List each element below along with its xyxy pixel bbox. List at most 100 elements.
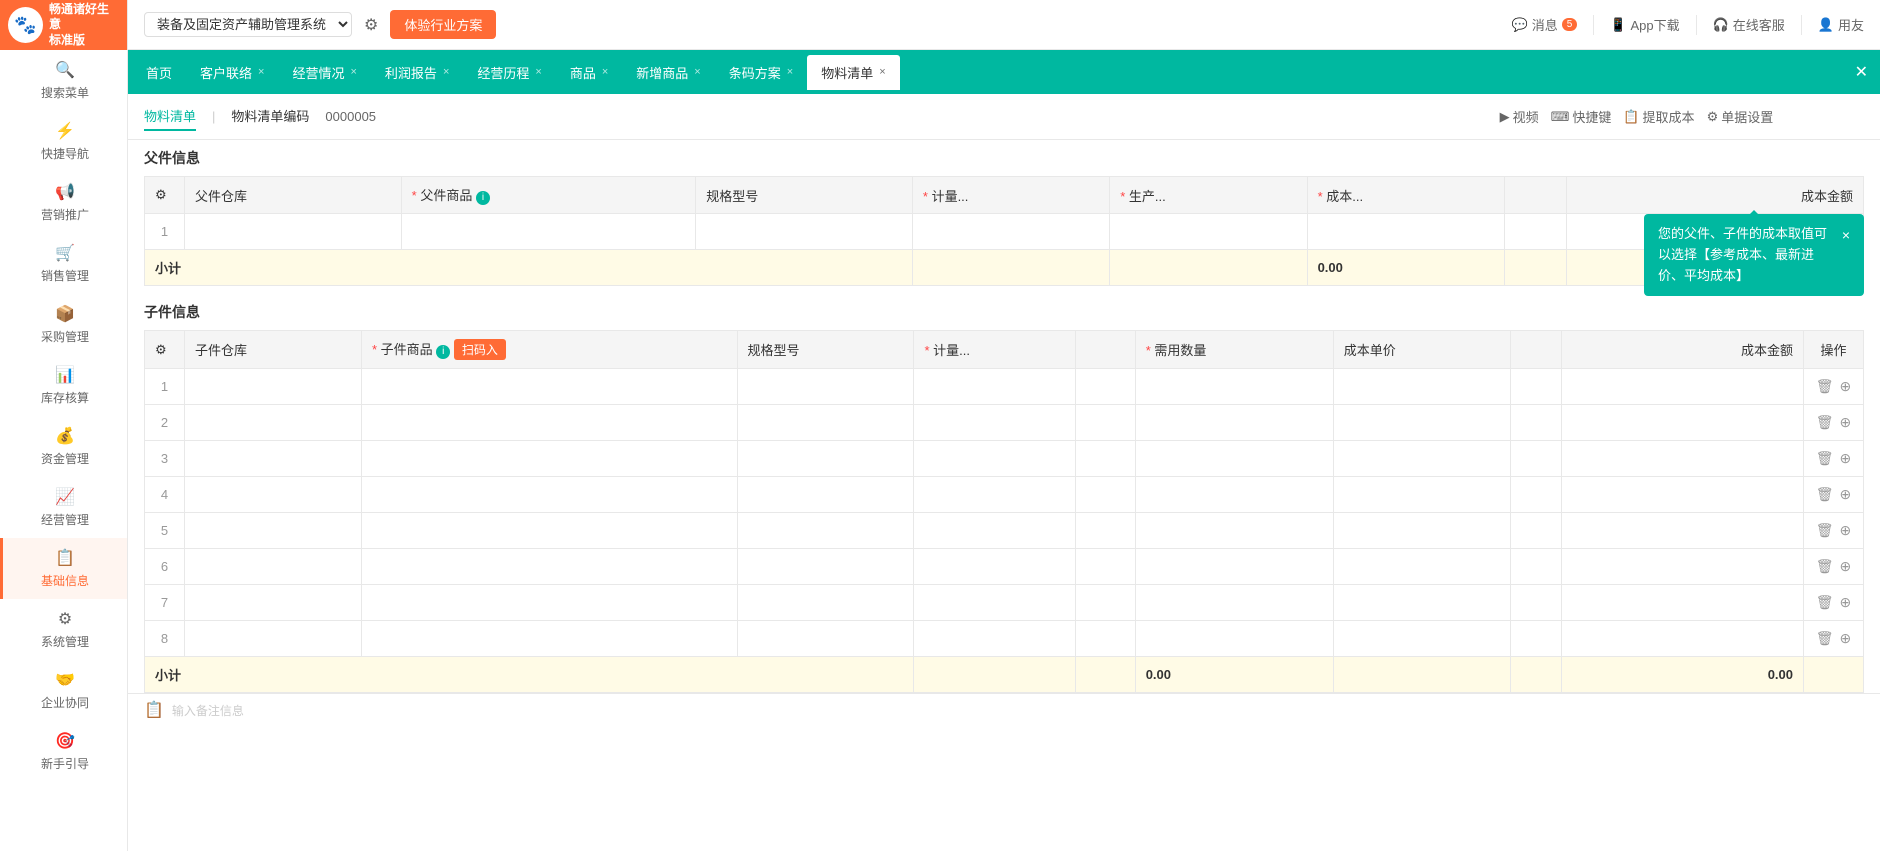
child-row-4-delete-icon[interactable]: 🗑 (1816, 486, 1834, 503)
tab-customer[interactable]: 客户联络 × (186, 55, 278, 90)
tab-history-close[interactable]: × (535, 66, 541, 78)
child-row-4-amount[interactable] (1561, 477, 1803, 513)
child-row-6-spec[interactable] (737, 549, 914, 585)
scan-button[interactable]: 扫码入 (454, 339, 506, 360)
child-row-8-warehouse[interactable] (185, 621, 362, 657)
sidebar-item-system[interactable]: ⚙ 系统管理 (0, 599, 127, 660)
child-row-4-spec[interactable] (737, 477, 914, 513)
child-row-2-warehouse[interactable] (185, 405, 362, 441)
child-row-2-delete-icon[interactable]: 🗑 (1816, 414, 1834, 431)
child-row-7-amount[interactable] (1561, 585, 1803, 621)
tooltip-close-button[interactable]: × (1842, 224, 1850, 246)
child-row-4-qty[interactable] (1135, 477, 1333, 513)
child-row-5-amount[interactable] (1561, 513, 1803, 549)
sidebar-item-operations[interactable]: 📈 经营管理 (0, 477, 127, 538)
child-row-1-qty[interactable] (1135, 369, 1333, 405)
tab-operations-close[interactable]: × (350, 66, 356, 78)
child-row-2-goods[interactable] (361, 405, 737, 441)
tab-bom[interactable]: 物料清单 × (807, 55, 899, 90)
child-row-8-goods[interactable] (361, 621, 737, 657)
child-row-7-unit[interactable] (914, 585, 1075, 621)
child-row-4-copy-icon[interactable]: ⊕ (1840, 486, 1852, 503)
notice-text[interactable]: 输入备注信息 (172, 702, 244, 719)
tab-profit[interactable]: 利润报告 × (371, 55, 463, 90)
child-row-3-warehouse[interactable] (185, 441, 362, 477)
sidebar-item-basic[interactable]: 📋 基础信息 (0, 538, 127, 599)
tab-goods[interactable]: 商品 × (556, 55, 622, 90)
tab-barcode-close[interactable]: × (787, 66, 793, 78)
extract-cost-action[interactable]: 📋 提取成本 (1623, 107, 1694, 126)
message-button[interactable]: 💬 消息 5 (1512, 15, 1578, 34)
child-row-2-qty[interactable] (1135, 405, 1333, 441)
child-row-4-goods[interactable] (361, 477, 737, 513)
child-row-5-delete-icon[interactable]: 🗑 (1816, 522, 1834, 539)
settings-small-icon[interactable]: ⚙ (155, 187, 167, 202)
child-row-7-unit-cost[interactable] (1333, 585, 1510, 621)
child-row-5-spec[interactable] (737, 513, 914, 549)
child-row-8-qty[interactable] (1135, 621, 1333, 657)
child-row-2-amount[interactable] (1561, 405, 1803, 441)
sub-tab-bom[interactable]: 物料清单 (144, 102, 196, 131)
close-all-tabs-icon[interactable]: ✕ (1847, 58, 1876, 86)
nav-next-button[interactable]: › (1813, 106, 1829, 128)
parent-row-1-cost[interactable] (1307, 214, 1504, 250)
system-selector[interactable]: 装备及固定资产辅助管理系统 (144, 12, 352, 37)
tab-operations[interactable]: 经营情况 × (278, 55, 370, 90)
child-settings-icon[interactable]: ⚙ (155, 342, 167, 357)
online-service-button[interactable]: 🎧 在线客服 (1713, 15, 1785, 34)
child-row-1-goods[interactable] (361, 369, 737, 405)
child-row-7-warehouse[interactable] (185, 585, 362, 621)
child-row-3-goods[interactable] (361, 441, 737, 477)
child-row-1-spec[interactable] (737, 369, 914, 405)
child-row-7-delete-icon[interactable]: 🗑 (1816, 594, 1834, 611)
child-row-8-unit-cost[interactable] (1333, 621, 1510, 657)
child-row-6-unit-cost[interactable] (1333, 549, 1510, 585)
tab-customer-close[interactable]: × (258, 66, 264, 78)
user-menu[interactable]: 👤 用友 (1818, 15, 1864, 34)
shortcut-action[interactable]: ⌨ 快捷键 (1551, 107, 1612, 126)
settings-gear-icon[interactable]: ⚙ (364, 15, 378, 35)
child-row-8-unit[interactable] (914, 621, 1075, 657)
sidebar-item-marketing[interactable]: 📢 营销推广 (0, 172, 127, 233)
sidebar-item-purchase[interactable]: 📦 采购管理 (0, 294, 127, 355)
tab-barcode[interactable]: 条码方案 × (715, 55, 807, 90)
sidebar-item-collab[interactable]: 🤝 企业协同 (0, 660, 127, 721)
sub-tab-bom-code[interactable]: 物料清单编码 (231, 102, 309, 131)
parent-row-1-spec[interactable] (696, 214, 913, 250)
child-goods-info-icon[interactable]: i (436, 345, 450, 359)
child-row-6-warehouse[interactable] (185, 549, 362, 585)
tab-goods-close[interactable]: × (602, 66, 608, 78)
child-row-3-unit[interactable] (914, 441, 1075, 477)
tab-bom-close[interactable]: × (879, 66, 885, 78)
child-row-4-unit-cost[interactable] (1333, 477, 1510, 513)
experience-button[interactable]: 体验行业方案 (390, 10, 496, 39)
child-row-7-spec[interactable] (737, 585, 914, 621)
tab-profit-close[interactable]: × (443, 66, 449, 78)
child-row-7-goods[interactable] (361, 585, 737, 621)
child-row-6-delete-icon[interactable]: 🗑 (1816, 558, 1834, 575)
child-row-6-goods[interactable] (361, 549, 737, 585)
parent-goods-info-icon[interactable]: i (476, 191, 490, 205)
child-row-3-amount[interactable] (1561, 441, 1803, 477)
nav-prev-button[interactable]: ‹ (1785, 106, 1801, 128)
parent-row-1-produce[interactable] (1110, 214, 1307, 250)
child-row-1-warehouse[interactable] (185, 369, 362, 405)
child-row-3-copy-icon[interactable]: ⊕ (1840, 450, 1852, 467)
sidebar-item-nav[interactable]: ⚡ 快捷导航 (0, 111, 127, 172)
parent-row-1-unit[interactable] (912, 214, 1109, 250)
nav-menu-button[interactable]: ☰ (1841, 106, 1864, 128)
child-row-1-unit-cost[interactable] (1333, 369, 1510, 405)
child-row-8-amount[interactable] (1561, 621, 1803, 657)
child-row-1-unit[interactable] (914, 369, 1075, 405)
child-row-5-unit-cost[interactable] (1333, 513, 1510, 549)
child-row-4-warehouse[interactable] (185, 477, 362, 513)
child-row-3-qty[interactable] (1135, 441, 1333, 477)
child-row-3-spec[interactable] (737, 441, 914, 477)
child-row-6-unit[interactable] (914, 549, 1075, 585)
child-row-4-unit[interactable] (914, 477, 1075, 513)
tab-new-goods[interactable]: 新增商品 × (622, 55, 714, 90)
tab-new-goods-close[interactable]: × (694, 66, 700, 78)
tab-home[interactable]: 首页 (132, 55, 186, 90)
child-row-1-delete-icon[interactable]: 🗑 (1816, 378, 1834, 395)
child-row-5-warehouse[interactable] (185, 513, 362, 549)
